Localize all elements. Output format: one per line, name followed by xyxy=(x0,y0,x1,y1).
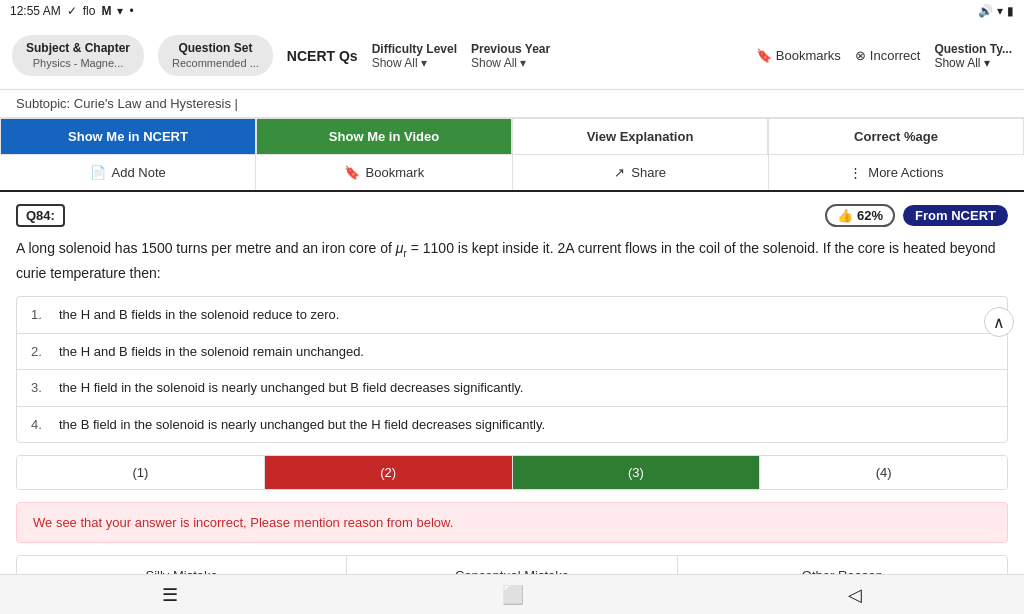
show-me-ncert-label: Show Me in NCERT xyxy=(68,129,188,144)
add-note-label: Add Note xyxy=(112,165,166,180)
question-text: A long solenoid has 1500 turns per metre… xyxy=(16,237,1008,284)
scroll-up-button[interactable]: ∧ xyxy=(984,307,1014,337)
bookmarks-label: Bookmarks xyxy=(776,48,841,63)
option-3[interactable]: 3. the H field in the solenoid is nearly… xyxy=(17,370,1007,407)
status-right: 🔊 ▾ ▮ xyxy=(978,4,1014,18)
answer-choice-1[interactable]: (1) xyxy=(17,456,265,489)
question-set-pill[interactable]: Question Set Recommended ... xyxy=(158,35,273,77)
question-header: Q84: 👍 62% From NCERT xyxy=(16,204,1008,227)
show-me-video-label: Show Me in Video xyxy=(329,129,439,144)
question-area: Q84: 👍 62% From NCERT A long solenoid ha… xyxy=(0,192,1024,608)
answer-choice-2[interactable]: (2) xyxy=(265,456,513,489)
bookmarks-button[interactable]: 🔖 Bookmarks xyxy=(756,48,841,63)
option-4-num: 4. xyxy=(31,415,49,435)
incorrect-notice: We see that your answer is incorrect, Pl… xyxy=(16,502,1008,543)
bottom-nav: ☰ ⬜ ◁ xyxy=(0,574,1024,614)
question-type-show-all[interactable]: Show All ▾ xyxy=(934,56,1012,70)
action-tabs: Show Me in NCERT Show Me in Video View E… xyxy=(0,118,1024,155)
share-button[interactable]: ↗ Share xyxy=(513,155,769,190)
chevron-up-icon: ∧ xyxy=(993,313,1005,332)
correct-percentage-tab[interactable]: Correct %age xyxy=(768,118,1024,155)
question-set-value: Recommended ... xyxy=(172,56,259,70)
option-1-num: 1. xyxy=(31,305,49,325)
check-icon: ✓ xyxy=(67,4,77,18)
incorrect-notice-text: We see that your answer is incorrect, Pl… xyxy=(33,515,453,530)
signal-icon: ▾ xyxy=(117,4,123,18)
question-type-label: Question Ty... xyxy=(934,42,1012,56)
view-explanation-tab[interactable]: View Explanation xyxy=(512,118,768,155)
battery-icon: ▮ xyxy=(1007,4,1014,18)
status-bar: 12:55 AM ✓ flo M ▾ • 🔊 ▾ ▮ xyxy=(0,0,1024,22)
answer-choice-3-label: (3) xyxy=(628,465,644,480)
bookmark-sec-icon: 🔖 xyxy=(344,165,360,180)
share-label: Share xyxy=(631,165,666,180)
answer-choice-2-label: (2) xyxy=(380,465,396,480)
more-actions-icon: ⋮ xyxy=(849,165,862,180)
filter-bar: Subject & Chapter Physics - Magne... Que… xyxy=(0,22,1024,90)
incorrect-button[interactable]: ⊗ Incorrect xyxy=(855,48,921,63)
brand-icon: M xyxy=(101,4,111,18)
previous-year-show-all[interactable]: Show All ▾ xyxy=(471,56,526,70)
home-icon[interactable]: ⬜ xyxy=(502,584,524,606)
question-type-filter[interactable]: Question Ty... Show All ▾ xyxy=(934,42,1012,70)
difficulty-label: Difficulty Level xyxy=(372,42,457,56)
ncert-qs-label[interactable]: NCERT Qs xyxy=(287,48,358,64)
status-left: 12:55 AM ✓ flo M ▾ • xyxy=(10,4,134,18)
question-number: Q84: xyxy=(16,204,65,227)
answer-choice-4[interactable]: (4) xyxy=(760,456,1007,489)
volume-icon: 🔊 xyxy=(978,4,993,18)
answer-choice-1-label: (1) xyxy=(132,465,148,480)
difficulty-filter[interactable]: Difficulty Level Show All ▾ xyxy=(372,42,457,70)
correct-percentage-label: Correct %age xyxy=(854,129,938,144)
answer-choice-4-label: (4) xyxy=(876,465,892,480)
time: 12:55 AM xyxy=(10,4,61,18)
option-2-num: 2. xyxy=(31,342,49,362)
subject-chapter-label: Subject & Chapter xyxy=(26,41,130,57)
percent-badge: 👍 62% xyxy=(825,204,895,227)
add-note-button[interactable]: 📄 Add Note xyxy=(0,155,256,190)
question-badges: 👍 62% From NCERT xyxy=(825,204,1008,227)
show-me-ncert-tab[interactable]: Show Me in NCERT xyxy=(0,118,256,155)
back-icon[interactable]: ◁ xyxy=(848,584,862,606)
subtopic-text: Subtopic: Curie's Law and Hysteresis | xyxy=(16,96,238,111)
option-2-text: the H and B fields in the solenoid remai… xyxy=(59,342,364,362)
previous-year-label: Previous Year xyxy=(471,42,550,56)
share-icon: ↗ xyxy=(614,165,625,180)
option-4-text: the B field in the solenoid is nearly un… xyxy=(59,415,545,435)
options-list: 1. the H and B fields in the solenoid re… xyxy=(16,296,1008,443)
secondary-actions: 📄 Add Note 🔖 Bookmark ↗ Share ⋮ More Act… xyxy=(0,155,1024,192)
question-set-label: Question Set xyxy=(172,41,259,57)
more-actions-label: More Actions xyxy=(868,165,943,180)
previous-year-filter[interactable]: Previous Year Show All ▾ xyxy=(471,42,550,70)
menu-icon[interactable]: ☰ xyxy=(162,584,178,606)
subtopic-bar: Subtopic: Curie's Law and Hysteresis | xyxy=(0,90,1024,118)
bookmark-button[interactable]: 🔖 Bookmark xyxy=(256,155,512,190)
subject-chapter-pill[interactable]: Subject & Chapter Physics - Magne... xyxy=(12,35,144,77)
option-3-text: the H field in the solenoid is nearly un… xyxy=(59,378,523,398)
bullet-icon: • xyxy=(129,4,133,18)
answer-bar: (1) (2) (3) (4) xyxy=(16,455,1008,490)
incorrect-label: Incorrect xyxy=(870,48,921,63)
difficulty-show-all[interactable]: Show All ▾ xyxy=(372,56,427,70)
option-1-text: the H and B fields in the solenoid reduc… xyxy=(59,305,339,325)
subject-chapter-value: Physics - Magne... xyxy=(26,56,130,70)
show-me-video-tab[interactable]: Show Me in Video xyxy=(256,118,512,155)
incorrect-circle-icon: ⊗ xyxy=(855,48,866,63)
view-explanation-label: View Explanation xyxy=(587,129,694,144)
option-3-num: 3. xyxy=(31,378,49,398)
more-actions-button[interactable]: ⋮ More Actions xyxy=(769,155,1024,190)
option-4[interactable]: 4. the B field in the solenoid is nearly… xyxy=(17,407,1007,443)
option-2[interactable]: 2. the H and B fields in the solenoid re… xyxy=(17,334,1007,371)
add-note-icon: 📄 xyxy=(90,165,106,180)
app-name: flo xyxy=(83,4,96,18)
answer-choice-3[interactable]: (3) xyxy=(513,456,761,489)
option-1[interactable]: 1. the H and B fields in the solenoid re… xyxy=(17,297,1007,334)
ncert-badge: From NCERT xyxy=(903,205,1008,226)
wifi-icon: ▾ xyxy=(997,4,1003,18)
bookmark-icon: 🔖 xyxy=(756,48,772,63)
bookmark-label: Bookmark xyxy=(366,165,425,180)
